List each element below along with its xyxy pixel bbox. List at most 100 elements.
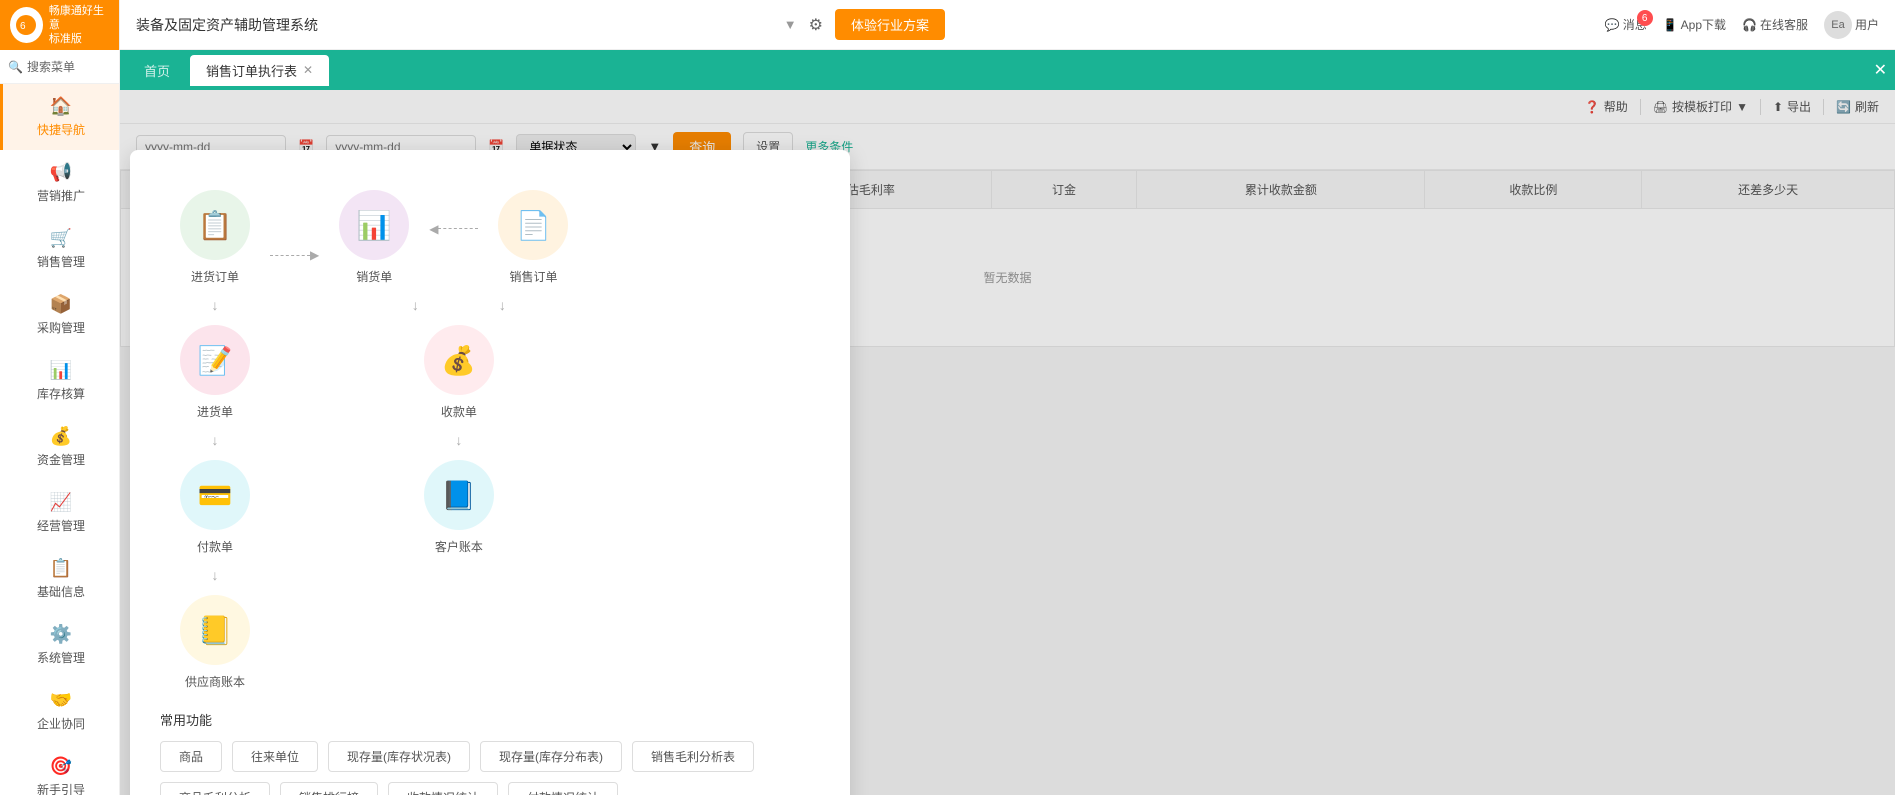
payment-label: 付款单: [197, 538, 233, 555]
user-avatar[interactable]: Ea 用户: [1824, 11, 1879, 39]
wf-node-receipt[interactable]: 💰 收款单: [424, 325, 494, 420]
app-wrapper: 6 畅康通好生意 标准版 🔍 搜索菜单 🏠 快捷导航 📢 营销推广 🛒 销售管理: [0, 0, 1895, 795]
marketing-icon: 📢: [50, 162, 72, 183]
tab-home[interactable]: 首页: [128, 55, 186, 86]
right-arrow-head: ▶: [310, 248, 319, 262]
message-badge: 6: [1637, 10, 1653, 26]
mid-right-arrows: ↓ ↓: [402, 295, 506, 315]
customer-ledger-icon: 📘: [441, 479, 476, 512]
basic-info-icon: 📋: [50, 558, 72, 579]
wf-node-purchase-receipt[interactable]: 📝 进货单: [180, 325, 250, 420]
sidebar-logo: 6 畅康通好生意 标准版: [0, 0, 119, 50]
wf-node-sales-order[interactable]: 📄 销售订单: [498, 190, 568, 285]
sidebar-item-inventory[interactable]: 📊 库存核算: [0, 348, 119, 414]
dashed-line-left: [438, 228, 478, 229]
sales-receipt-icon: 📊: [357, 209, 392, 242]
top-bar: 装备及固定资产辅助管理系统 ▼ ⚙ 体验行业方案 💬 6 消息 📱 App下载 …: [120, 0, 1895, 50]
sales-receipt-circle: 📊: [339, 190, 409, 260]
search-icon: 🔍: [8, 60, 23, 74]
phone-icon: 📱: [1663, 18, 1678, 32]
message-icon: 💬: [1605, 18, 1620, 32]
purchase-icon: 📦: [50, 294, 72, 315]
purchase-order-icon: 📋: [198, 209, 233, 242]
system-title: 装备及固定资产辅助管理系统: [136, 15, 772, 35]
horiz-arrows: ▶: [270, 180, 319, 300]
payment-circle: 💳: [180, 460, 250, 530]
wf-node-purchase-order[interactable]: 📋 进货订单: [180, 190, 250, 285]
wf-node-sales-receipt[interactable]: 📊 销货单: [339, 190, 409, 285]
purchase-receipt-icon: 📝: [198, 344, 233, 377]
quick-nav-icon: 🏠: [50, 96, 72, 117]
sidebar-item-basic-info[interactable]: 📋 基础信息: [0, 546, 119, 612]
sales-order-icon: 📄: [516, 209, 551, 242]
popup: 📋 进货订单 ↓ 📝 进货单 ↓: [130, 150, 850, 795]
tab-sales-order[interactable]: 销售订单执行表 ✕: [190, 55, 329, 86]
func-buttons: 商品 往来单位 现存量(库存状况表) 现存量(库存分布表) 销售毛利分析表 商品…: [160, 741, 820, 795]
inventory-icon: 📊: [50, 360, 72, 381]
system-icon: ⚙️: [50, 624, 72, 645]
down-arrow-3: ↓: [212, 567, 219, 583]
func-btn-sales-ranking[interactable]: 销售排行榜: [280, 782, 378, 795]
sidebar-item-operations[interactable]: 📈 经营管理: [0, 480, 119, 546]
top-right-row: 📊 销货单 ◀ 📄: [319, 180, 588, 295]
receipt-label: 收款单: [441, 403, 477, 420]
main-area: 装备及固定资产辅助管理系统 ▼ ⚙ 体验行业方案 💬 6 消息 📱 App下载 …: [120, 0, 1895, 795]
common-functions: 常用功能 商品 往来单位 现存量(库存状况表) 现存量(库存分布表) 销售毛利分…: [160, 710, 820, 795]
tab-close-icon[interactable]: ✕: [303, 63, 313, 77]
try-button[interactable]: 体验行业方案: [835, 9, 945, 40]
sales-icon: 🛒: [50, 228, 72, 249]
sidebar-item-quick-nav[interactable]: 🏠 快捷导航: [0, 84, 119, 150]
func-btn-product-margin[interactable]: 商品毛利分析: [160, 782, 270, 795]
down-arrow-2: ↓: [212, 432, 219, 448]
left-arrow-container: ◀: [429, 222, 478, 236]
sidebar-item-newbie[interactable]: 🎯 新手引导: [0, 744, 119, 795]
supplier-ledger-label: 供应商账本: [185, 673, 245, 690]
right-column: 📊 销货单 ◀ 📄: [319, 180, 588, 565]
down-arrow-sales-order: ↓: [499, 297, 506, 313]
sidebar-item-capital[interactable]: 💰 资金管理: [0, 414, 119, 480]
wf-node-customer-ledger[interactable]: 📘 客户账本: [424, 460, 494, 555]
purchase-order-circle: 📋: [180, 190, 250, 260]
sidebar-item-purchase[interactable]: 📦 采购管理: [0, 282, 119, 348]
sidebar-item-marketing[interactable]: 📢 营销推广: [0, 150, 119, 216]
common-funcs-title: 常用功能: [160, 710, 820, 729]
sidebar-item-sales[interactable]: 🛒 销售管理: [0, 216, 119, 282]
settings-icon[interactable]: ⚙: [809, 15, 823, 35]
customer-ledger-circle: 📘: [424, 460, 494, 530]
workflow-diagram: 📋 进货订单 ↓ 📝 进货单 ↓: [160, 180, 820, 700]
func-btn-sales-margin[interactable]: 销售毛利分析表: [632, 741, 754, 772]
sales-order-circle: 📄: [498, 190, 568, 260]
func-btn-stock-status[interactable]: 现存量(库存状况表): [328, 741, 470, 772]
payment-icon: 💳: [198, 479, 233, 512]
left-arrow-head: ◀: [429, 222, 438, 236]
message-action[interactable]: 💬 6 消息: [1605, 16, 1647, 33]
content-area: ❓ 帮助 🖨 按模板打印 ▼ ⬆ 导出 🔄 刷新: [120, 90, 1895, 795]
logo-icon: 6: [10, 7, 43, 43]
customer-ledger-label: 客户账本: [435, 538, 483, 555]
online-service-action[interactable]: 🎧 在线客服: [1742, 16, 1808, 33]
left-column: 📋 进货订单 ↓ 📝 进货单 ↓: [160, 180, 270, 700]
sidebar-item-system[interactable]: ⚙️ 系统管理: [0, 612, 119, 678]
wf-node-payment[interactable]: 💳 付款单: [180, 460, 250, 555]
func-btn-partner[interactable]: 往来单位: [232, 741, 318, 772]
sales-receipt-label: 销货单: [356, 268, 392, 285]
purchase-order-label: 进货订单: [191, 268, 239, 285]
customer-ledger-row: 📘 客户账本: [394, 450, 514, 565]
func-btn-payment-stats[interactable]: 付款情况统计: [508, 782, 618, 795]
wf-node-supplier-ledger[interactable]: 📒 供应商账本: [180, 595, 250, 690]
dropdown-arrow-icon: ▼: [784, 17, 797, 32]
down-arrow-receipt: ↓: [445, 430, 462, 450]
receipt-icon: 💰: [441, 344, 476, 377]
dashed-line-right: [270, 255, 310, 256]
func-btn-stock-dist[interactable]: 现存量(库存分布表): [480, 741, 622, 772]
sidebar-search[interactable]: 🔍 搜索菜单: [0, 50, 119, 84]
tab-close-all[interactable]: ✕: [1874, 60, 1887, 80]
capital-icon: 💰: [50, 426, 72, 447]
headset-icon: 🎧: [1742, 18, 1757, 32]
app-download-action[interactable]: 📱 App下载: [1663, 16, 1726, 33]
sidebar-item-enterprise[interactable]: 🤝 企业协同: [0, 678, 119, 744]
receipt-circle: 💰: [424, 325, 494, 395]
operations-icon: 📈: [50, 492, 72, 513]
func-btn-receipt-stats[interactable]: 收款情况统计: [388, 782, 498, 795]
func-btn-product[interactable]: 商品: [160, 741, 222, 772]
